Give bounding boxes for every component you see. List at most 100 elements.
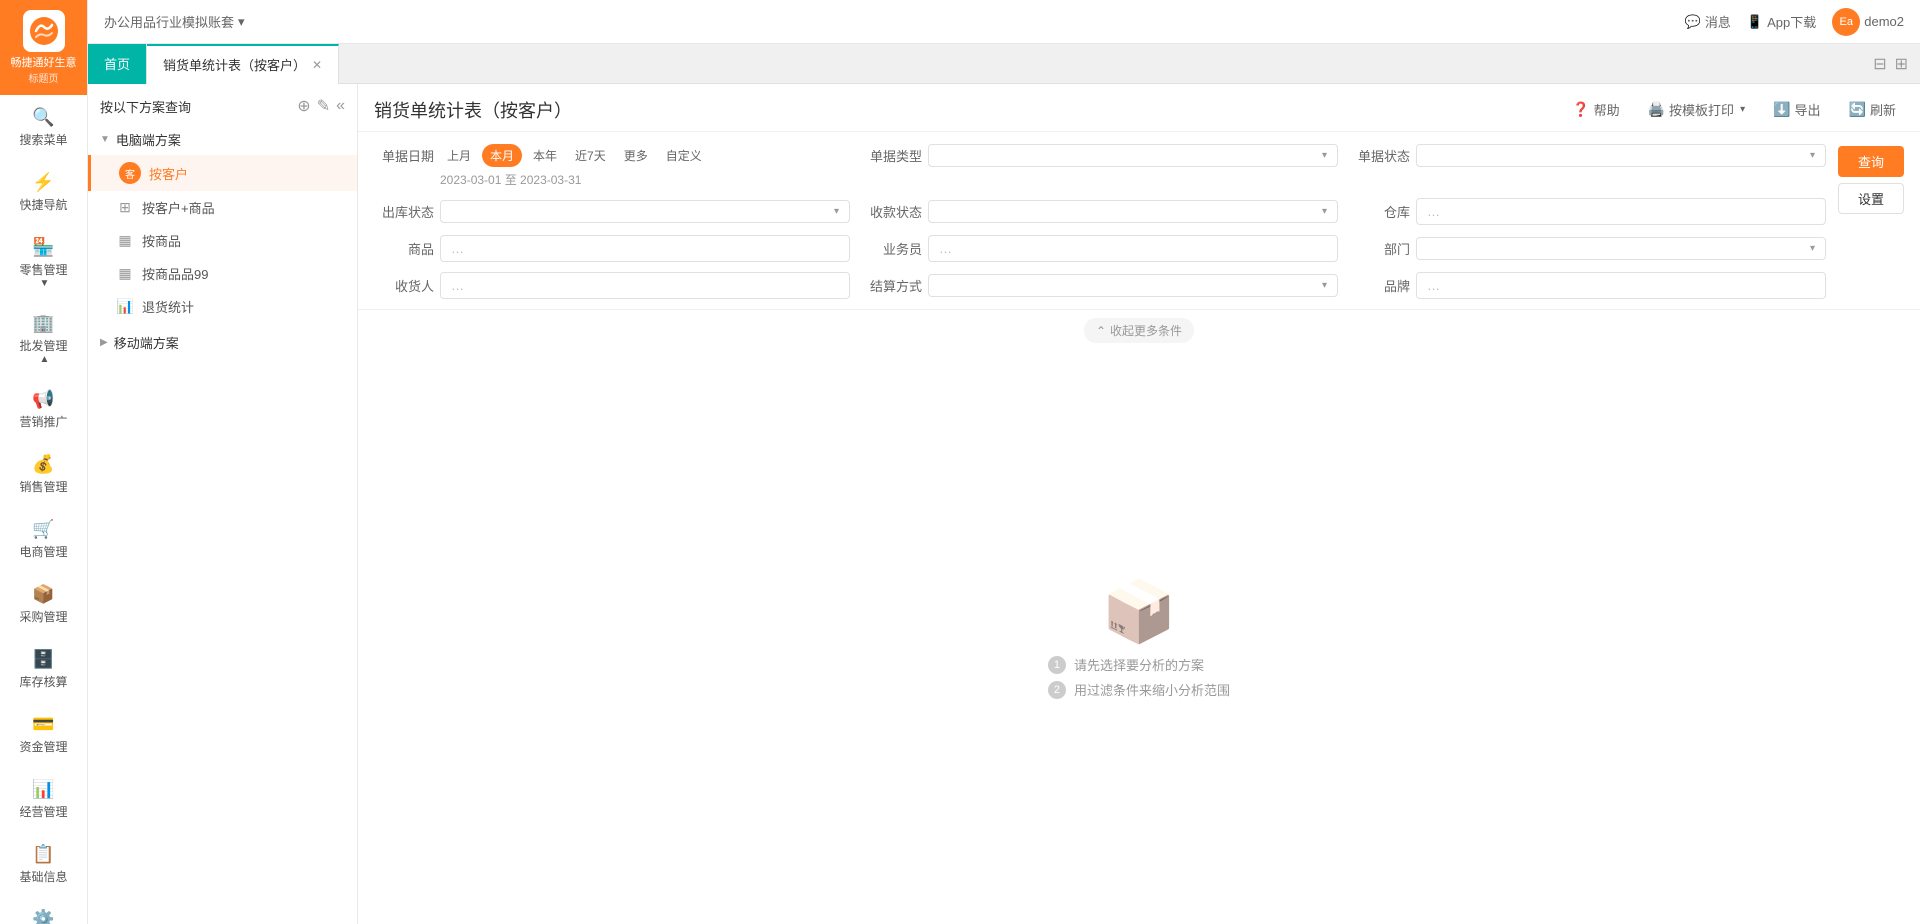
scheme-item-by-customer[interactable]: 客 按客户 — [88, 155, 357, 191]
page-header: 销货单统计表（按客户） ❓ 帮助 🖨️ 按模板打印 ▾ ⬇️ — [358, 84, 1920, 132]
product-select[interactable]: … — [440, 235, 850, 262]
sidebar-item-retail[interactable]: 🏪 零售管理 ▼ — [0, 225, 87, 301]
sidebar-item-ecommerce[interactable]: 🛒 电商管理 — [0, 507, 87, 572]
payment-status-select[interactable]: ▾ — [928, 200, 1338, 223]
user-label: demo2 — [1864, 14, 1904, 29]
scheme-icon-by-customer: 客 — [119, 162, 141, 184]
date-tab-last-month[interactable]: 上月 — [440, 144, 478, 167]
settlement-field: 结算方式 ▾ — [862, 272, 1338, 299]
collapse-panel-icon[interactable]: « — [336, 97, 345, 115]
search-icon: 🔍 — [32, 107, 54, 128]
print-button[interactable]: 🖨️ 按模板打印 ▾ — [1640, 96, 1753, 123]
marketing-icon: 📢 — [32, 389, 54, 410]
app-download-button[interactable]: 📱 App下载 — [1747, 12, 1816, 31]
scheme-item-by-product[interactable]: ▦ 按商品 — [88, 224, 357, 257]
query-button[interactable]: 查询 — [1838, 146, 1904, 177]
message-button[interactable]: 💬 消息 — [1685, 12, 1731, 31]
salesperson-placeholder: … — [939, 241, 953, 256]
dept-select[interactable]: ▾ — [1416, 237, 1826, 260]
warehouse-field: 仓库 … — [1350, 198, 1826, 225]
scheme-icon-product-99: ▦ — [116, 265, 134, 282]
sidebar-item-sales[interactable]: 💰 销售管理 — [0, 442, 87, 507]
export-button[interactable]: ⬇️ 导出 — [1765, 96, 1828, 123]
salesperson-select[interactable]: … — [928, 235, 1338, 262]
sidebar-item-search-label: 搜索菜单 — [19, 131, 67, 148]
date-tab-more[interactable]: 更多 — [617, 144, 655, 167]
add-scheme-icon[interactable]: ⊕ — [297, 96, 310, 116]
date-range-display: 2023-03-01 至 2023-03-31 — [374, 171, 1826, 188]
main-area: 办公用品行业模拟账套 ▾ 💬 消息 📱 App下载 Ea demo2 首页 — [88, 0, 1920, 924]
tab-home-label: 首页 — [104, 54, 130, 73]
tab-home[interactable]: 首页 — [88, 44, 147, 84]
tab-close-icon[interactable]: ✕ — [312, 58, 322, 72]
scheme-group-mobile-name: 移动端方案 — [114, 333, 179, 352]
sidebar-item-purchase[interactable]: 📦 采购管理 — [0, 572, 87, 637]
user-profile[interactable]: Ea demo2 — [1832, 8, 1904, 36]
sidebar-item-shortcuts[interactable]: ⚡ 快捷导航 — [0, 160, 87, 225]
collapse-label: 收起更多条件 — [1110, 322, 1182, 339]
empty-hints: 1 请先选择要分析的方案 2 用过滤条件来缩小分析范围 — [1048, 655, 1230, 699]
scheme-item-by-customer-product[interactable]: ⊞ 按客户+商品 — [88, 191, 357, 224]
left-panel-actions: ⊕ ✎ « — [297, 96, 345, 116]
scheme-label-by-customer: 按客户 — [149, 164, 188, 183]
product-label: 商品 — [374, 239, 434, 258]
sidebar-item-wholesale[interactable]: 🏢 批发管理 ▲ — [0, 301, 87, 377]
app-selector[interactable]: 办公用品行业模拟账套 ▾ — [104, 12, 245, 31]
refresh-icon: 🔄 — [1849, 101, 1866, 118]
empty-hint-1-text: 请先选择要分析的方案 — [1074, 655, 1204, 674]
tab-sales-stats[interactable]: 销货单统计表（按客户） ✕ — [147, 44, 339, 84]
sidebar-item-operations[interactable]: 📊 经营管理 — [0, 767, 87, 832]
sidebar-item-basic[interactable]: 📋 基础信息 — [0, 832, 87, 897]
order-status-arrow-icon: ▾ — [1810, 150, 1815, 161]
order-status-select[interactable]: ▾ — [1416, 144, 1826, 167]
warehouse-placeholder: … — [1427, 204, 1441, 219]
edit-scheme-icon[interactable]: ✎ — [317, 96, 330, 116]
help-button[interactable]: ❓ 帮助 — [1564, 96, 1627, 123]
scheme-item-return-stats[interactable]: 📊 退货统计 — [88, 290, 357, 323]
app-selector-label: 办公用品行业模拟账套 — [104, 12, 234, 31]
maximize-icon[interactable]: ⊞ — [1895, 54, 1908, 74]
sidebar-item-system[interactable]: ⚙️ 系统管理 — [0, 897, 87, 924]
brand-placeholder: … — [1427, 278, 1441, 293]
chevron-down-icon: ▼ — [100, 134, 110, 145]
ecommerce-icon: 🛒 — [32, 519, 54, 540]
warehouse-select[interactable]: … — [1416, 198, 1826, 225]
out-status-select[interactable]: ▾ — [440, 200, 850, 223]
brand-select[interactable]: … — [1416, 272, 1826, 299]
sidebar-item-marketing[interactable]: 📢 营销推广 — [0, 377, 87, 442]
sidebar-item-search[interactable]: 🔍 搜索菜单 — [0, 95, 87, 160]
page-content: 按以下方案查询 ⊕ ✎ « ▼ 电脑端方案 客 按客户 ⊞ — [88, 84, 1920, 924]
sidebar-item-finance[interactable]: 💳 资金管理 — [0, 702, 87, 767]
minimize-icon[interactable]: ⊟ — [1873, 54, 1886, 74]
chevron-up-icon: ▲ — [40, 354, 50, 365]
sidebar: 畅捷通好生意 标题页 🔍 搜索菜单 ⚡ 快捷导航 🏪 零售管理 ▼ 🏢 批发管理… — [0, 0, 88, 924]
settings-button[interactable]: 设置 — [1838, 183, 1904, 214]
scheme-icon-return: 📊 — [116, 298, 134, 315]
recipient-select[interactable]: … — [440, 272, 850, 299]
recipient-placeholder: … — [451, 278, 465, 293]
settlement-select[interactable]: ▾ — [928, 274, 1338, 297]
tab-sales-stats-label: 销货单统计表（按客户） — [163, 55, 306, 74]
scheme-label-return-stats: 退货统计 — [142, 297, 194, 316]
date-tab-7days[interactable]: 近7天 — [568, 144, 613, 167]
hint-number-2: 2 — [1048, 681, 1066, 699]
refresh-button[interactable]: 🔄 刷新 — [1841, 96, 1904, 123]
right-action-btns: 查询 设置 — [1838, 144, 1904, 214]
help-label: 帮助 — [1594, 100, 1620, 119]
message-icon: 💬 — [1685, 14, 1701, 30]
dept-label: 部门 — [1350, 239, 1410, 258]
empty-illustration: 📦 — [1102, 576, 1177, 647]
chevron-right-icon: ▶ — [100, 337, 108, 348]
scheme-group-mobile-title[interactable]: ▶ 移动端方案 — [88, 327, 357, 358]
date-tab-this-year[interactable]: 本年 — [526, 144, 564, 167]
date-tab-custom[interactable]: 自定义 — [659, 144, 709, 167]
order-type-select[interactable]: ▾ — [928, 144, 1338, 167]
sidebar-item-inventory[interactable]: 🗄️ 库存核算 — [0, 637, 87, 702]
filter-row-3: 商品 … 业务员 … 部门 — [374, 235, 1826, 262]
collapse-button[interactable]: ⌃ 收起更多条件 — [1084, 318, 1194, 343]
scheme-item-by-product-99[interactable]: ▦ 按商品品99 — [88, 257, 357, 290]
page-title: 销货单统计表（按客户） — [374, 97, 572, 123]
product-placeholder: … — [451, 241, 465, 256]
scheme-group-pc-title[interactable]: ▼ 电脑端方案 — [88, 124, 357, 155]
date-tab-this-month[interactable]: 本月 — [482, 144, 522, 167]
